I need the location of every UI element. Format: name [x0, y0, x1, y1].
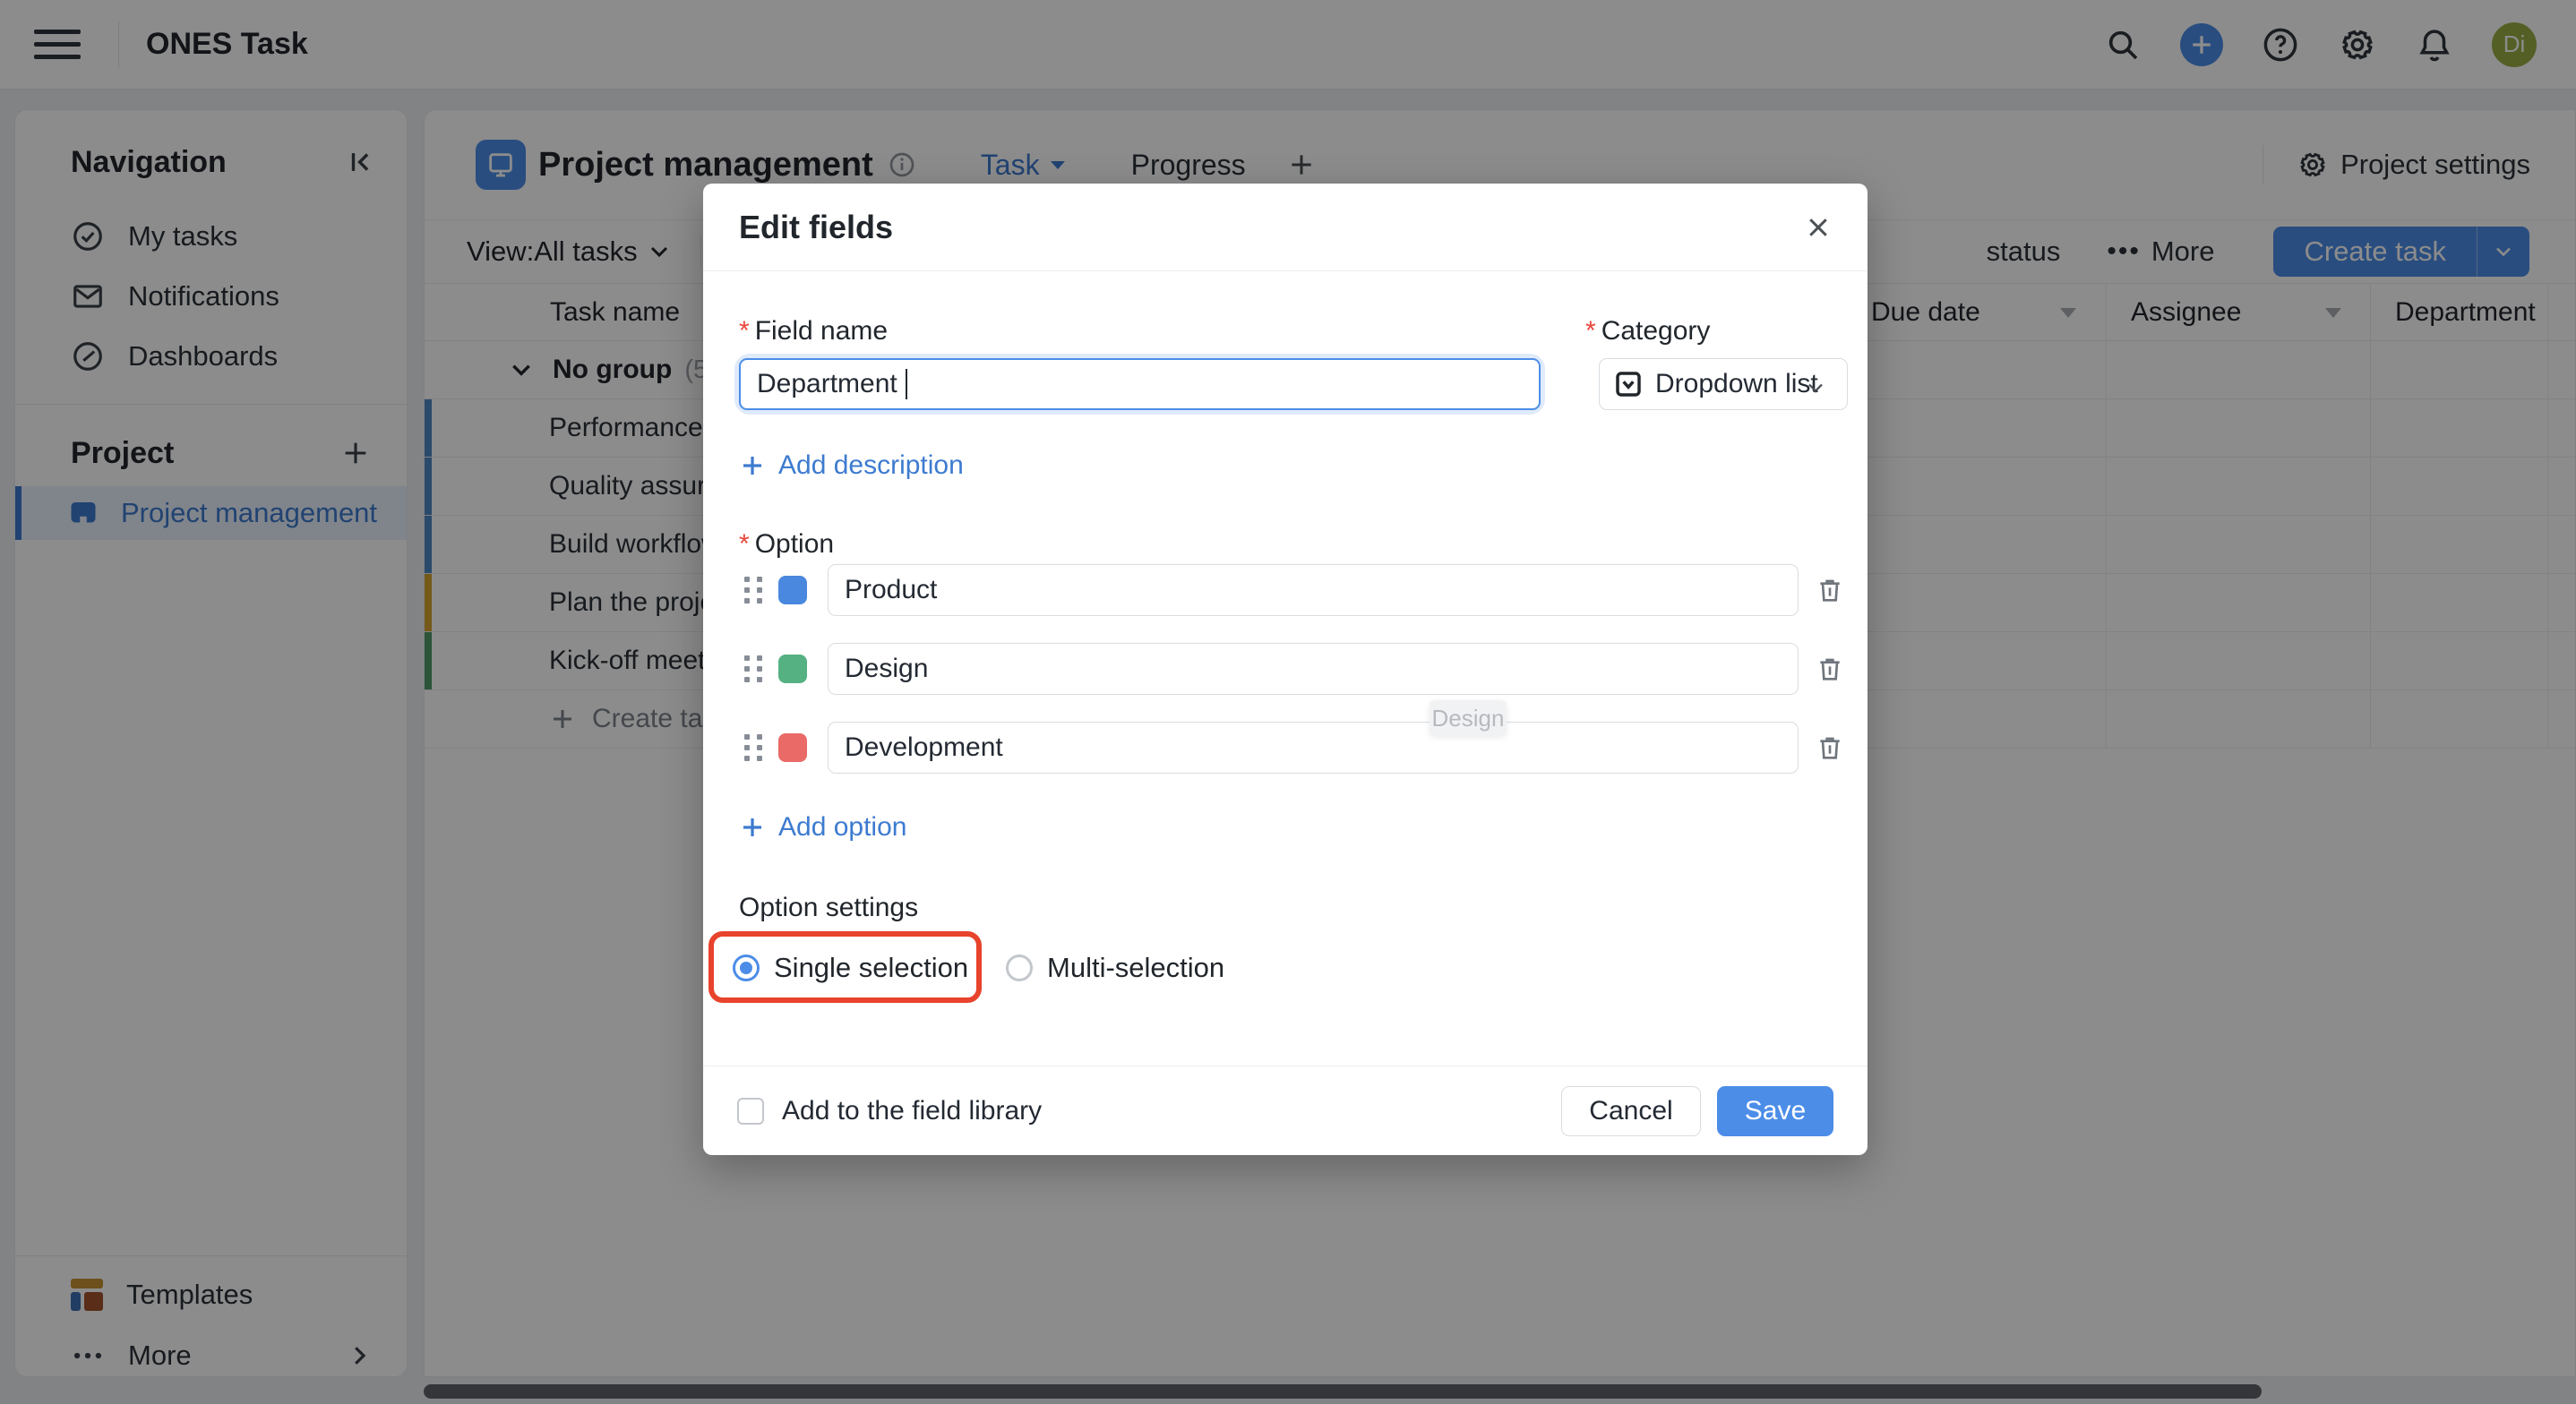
radio-icon — [733, 955, 760, 981]
delete-option-icon[interactable] — [1816, 655, 1844, 683]
option-row — [703, 643, 1868, 695]
multi-selection-radio[interactable]: Multi-selection — [1006, 952, 1224, 984]
option-input[interactable] — [828, 722, 1799, 774]
option-input[interactable] — [828, 564, 1799, 616]
category-label: Category — [1585, 316, 1711, 347]
cancel-button[interactable]: Cancel — [1561, 1085, 1701, 1136]
option-settings-label: Option settings — [739, 893, 919, 922]
option-label: Option — [739, 529, 834, 560]
plus-icon — [743, 818, 761, 836]
category-value: Dropdown list — [1655, 369, 1818, 398]
plus-icon — [743, 457, 761, 475]
drag-handle-icon[interactable] — [744, 734, 762, 761]
field-name-input[interactable] — [739, 358, 1541, 410]
edit-fields-modal: Edit fields Field name Category Dropdown… — [703, 184, 1868, 1155]
drag-handle-icon[interactable] — [744, 577, 762, 604]
field-library-checkbox[interactable] — [737, 1097, 764, 1125]
dropdown-list-icon — [1616, 372, 1641, 397]
radio-icon — [1006, 955, 1033, 981]
option-color-swatch[interactable] — [778, 576, 807, 604]
drag-handle-icon[interactable] — [744, 655, 762, 682]
modal-title: Edit fields — [739, 208, 894, 245]
option-color-swatch[interactable] — [778, 655, 807, 683]
option-input[interactable] — [828, 643, 1799, 695]
single-selection-radio[interactable]: Single selection — [733, 952, 968, 984]
option-row — [703, 564, 1868, 616]
delete-option-icon[interactable] — [1816, 733, 1844, 762]
field-name-label: Field name — [739, 316, 888, 347]
option-color-swatch[interactable] — [778, 733, 807, 762]
chevron-down-icon — [1807, 383, 1823, 393]
add-description-link[interactable]: Add description — [739, 450, 964, 481]
save-button[interactable]: Save — [1717, 1085, 1833, 1136]
close-icon[interactable] — [1805, 214, 1832, 241]
add-option-link[interactable]: Add option — [739, 812, 906, 843]
delete-option-icon[interactable] — [1816, 576, 1844, 604]
text-cursor — [906, 369, 907, 399]
option-row — [703, 722, 1868, 774]
category-select[interactable]: Dropdown list — [1599, 358, 1848, 410]
field-library-label: Add to the field library — [782, 1095, 1043, 1126]
drag-ghost-tooltip: Design — [1430, 700, 1507, 736]
